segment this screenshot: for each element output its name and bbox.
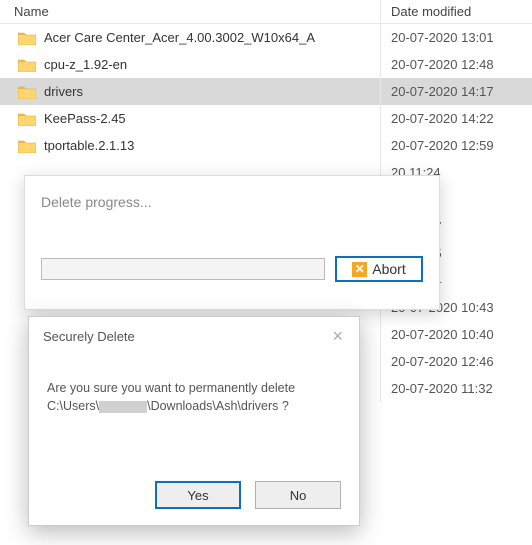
- abort-button[interactable]: ✕ Abort: [335, 256, 423, 282]
- folder-icon: [18, 139, 36, 153]
- table-row[interactable]: drivers 20-07-2020 14:17: [0, 78, 532, 105]
- table-row[interactable]: tportable.2.1.13 20-07-2020 12:59: [0, 132, 532, 159]
- folder-icon: [18, 58, 36, 72]
- folder-icon: [18, 112, 36, 126]
- file-date-cell: 20-07-2020 10:40: [380, 321, 532, 348]
- dialog-title: Securely Delete: [43, 329, 135, 344]
- file-name-label: drivers: [44, 84, 83, 99]
- dialog-titlebar: Securely Delete ×: [29, 317, 359, 351]
- file-date-cell: 20-07-2020 11:32: [380, 375, 532, 402]
- file-name-label: cpu-z_1.92-en: [44, 57, 127, 72]
- folder-icon: [18, 112, 36, 126]
- file-date-cell: 20-07-2020 14:22: [380, 105, 532, 132]
- progress-row: ✕ Abort: [41, 256, 423, 282]
- column-header-name[interactable]: Name: [0, 4, 380, 19]
- file-name-label: tportable.2.1.13: [44, 138, 134, 153]
- folder-icon: [18, 58, 36, 72]
- file-name-label: KeePass-2.45: [44, 111, 126, 126]
- delete-progress-title: Delete progress...: [41, 194, 423, 210]
- dialog-button-row: Yes No: [155, 481, 341, 509]
- cancel-icon: ✕: [352, 262, 367, 277]
- folder-icon: [18, 139, 36, 153]
- abort-button-label: Abort: [372, 261, 405, 277]
- no-button[interactable]: No: [255, 481, 341, 509]
- file-date-cell: 20-07-2020 12:48: [380, 51, 532, 78]
- table-row[interactable]: Acer Care Center_Acer_4.00.3002_W10x64_A…: [0, 24, 532, 51]
- progress-bar: [41, 258, 325, 280]
- dialog-message-path: C:\Users\\Downloads\Ash\drivers ?: [47, 397, 341, 415]
- folder-icon: [18, 31, 36, 45]
- file-name-cell: KeePass-2.45: [0, 111, 380, 126]
- file-name-cell: Acer Care Center_Acer_4.00.3002_W10x64_A: [0, 30, 380, 45]
- folder-icon: [18, 31, 36, 45]
- file-name-cell: drivers: [0, 84, 380, 99]
- file-date-cell: 20-07-2020 12:59: [380, 132, 532, 159]
- file-date-cell: 20-07-2020 13:01: [380, 24, 532, 51]
- column-header-row: Name Date modified: [0, 0, 532, 24]
- table-row[interactable]: KeePass-2.45 20-07-2020 14:22: [0, 105, 532, 132]
- folder-icon: [18, 85, 36, 99]
- folder-icon: [18, 85, 36, 99]
- file-name-cell: cpu-z_1.92-en: [0, 57, 380, 72]
- table-row[interactable]: cpu-z_1.92-en 20-07-2020 12:48: [0, 51, 532, 78]
- delete-progress-dialog: Delete progress... ✕ Abort: [24, 175, 440, 310]
- file-date-cell: 20-07-2020 12:46: [380, 348, 532, 375]
- dialog-message: Are you sure you want to permanently del…: [29, 351, 359, 425]
- file-date-cell: 20-07-2020 14:17: [380, 78, 532, 105]
- file-name-label: Acer Care Center_Acer_4.00.3002_W10x64_A: [44, 30, 315, 45]
- dialog-message-line1: Are you sure you want to permanently del…: [47, 379, 341, 397]
- redacted-username: [99, 401, 147, 413]
- column-header-date[interactable]: Date modified: [380, 0, 532, 23]
- file-name-cell: tportable.2.1.13: [0, 138, 380, 153]
- close-icon[interactable]: ×: [328, 327, 347, 345]
- yes-button[interactable]: Yes: [155, 481, 241, 509]
- secure-delete-dialog: Securely Delete × Are you sure you want …: [28, 316, 360, 526]
